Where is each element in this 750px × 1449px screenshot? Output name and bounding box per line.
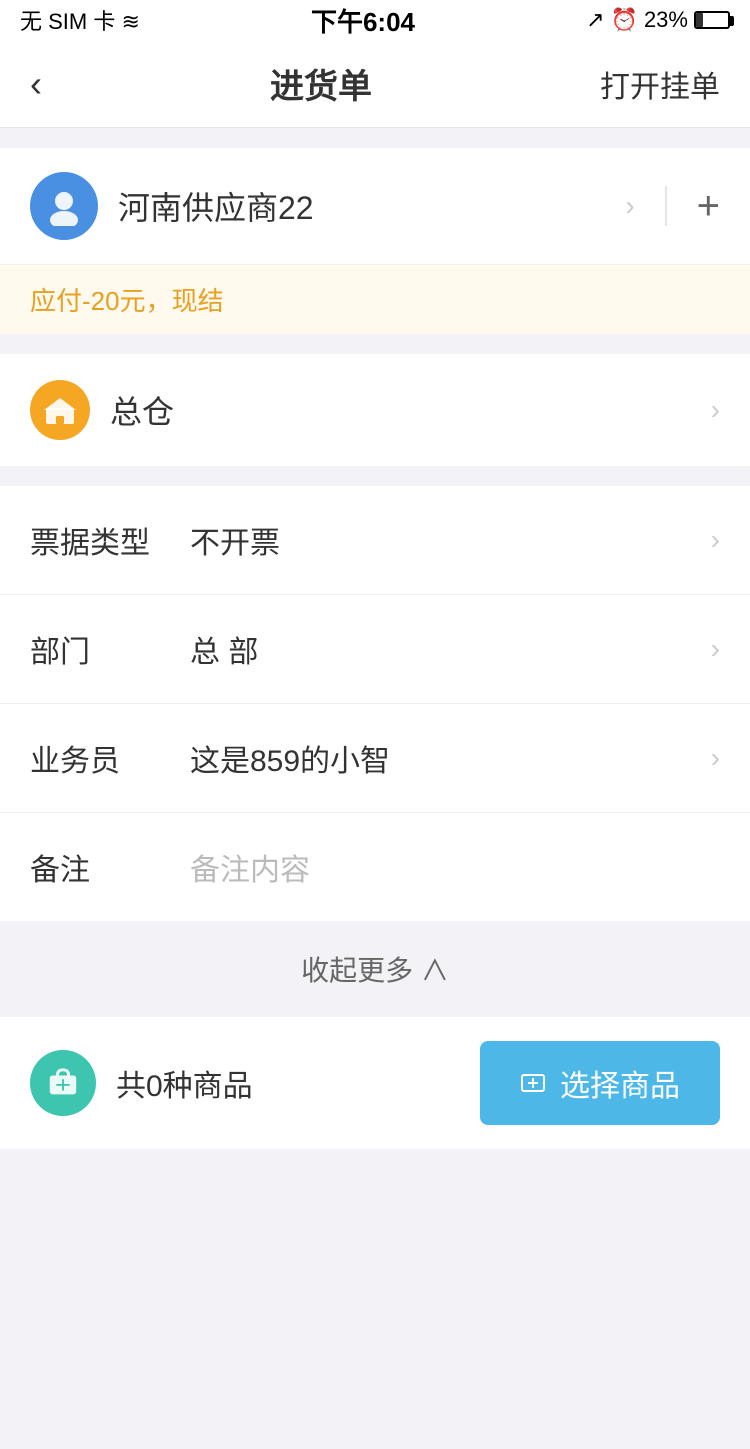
collapse-button[interactable]: 收起更多 ∧ bbox=[0, 921, 750, 1017]
nav-bar: ‹ 进货单 打开挂单 bbox=[0, 40, 750, 128]
add-supplier-icon[interactable]: + bbox=[697, 184, 720, 229]
supplier-row[interactable]: 河南供应商22 › + bbox=[0, 148, 750, 265]
top-gap bbox=[0, 128, 750, 148]
product-count: 共0种商品 bbox=[116, 1061, 460, 1105]
open-pending-button[interactable]: 打开挂单 bbox=[600, 62, 720, 106]
department-row[interactable]: 部门 总 部 › bbox=[0, 594, 750, 703]
battery-text: 23% bbox=[644, 7, 688, 33]
select-product-label: 选择商品 bbox=[560, 1061, 680, 1105]
invoice-label: 票据类型 bbox=[30, 518, 170, 562]
remark-label: 备注 bbox=[30, 845, 170, 889]
status-bar: 无 SIM 卡 ≋ 下午6:04 ↗ ⏰ 23% bbox=[0, 0, 750, 40]
supplier-divider bbox=[665, 186, 667, 226]
back-button[interactable]: ‹ bbox=[30, 63, 42, 105]
select-product-button[interactable]: 选择商品 bbox=[480, 1041, 720, 1125]
warehouse-row[interactable]: 总仓 › bbox=[0, 354, 750, 466]
remark-input[interactable]: 备注内容 bbox=[190, 845, 720, 889]
supplier-chevron-icon: › bbox=[625, 190, 634, 222]
product-icon bbox=[30, 1050, 96, 1116]
supplier-actions: › + bbox=[625, 184, 720, 229]
content-area bbox=[0, 1149, 750, 1449]
notice-banner: 应付-20元，现结 bbox=[0, 265, 750, 334]
battery-icon bbox=[694, 11, 730, 29]
department-label: 部门 bbox=[30, 627, 170, 671]
form-card: 票据类型 不开票 › 部门 总 部 › 业务员 这是859的小智 › 备注 备注… bbox=[0, 486, 750, 921]
warehouse-card: 总仓 › bbox=[0, 354, 750, 466]
warehouse-icon bbox=[30, 380, 90, 440]
department-value: 总 部 bbox=[190, 627, 711, 671]
status-left: 无 SIM 卡 ≋ bbox=[20, 4, 140, 36]
supplier-card: 河南供应商22 › + 应付-20元，现结 bbox=[0, 148, 750, 334]
bottom-section: 共0种商品 选择商品 bbox=[0, 1017, 750, 1149]
warehouse-name: 总仓 bbox=[110, 387, 711, 433]
sim-signal: 无 SIM 卡 ≋ bbox=[20, 4, 140, 36]
gap-2 bbox=[0, 466, 750, 486]
sales-value: 这是859的小智 bbox=[190, 736, 711, 780]
status-right: ↗ ⏰ 23% bbox=[586, 7, 730, 33]
location-icon: ↗ bbox=[586, 7, 604, 33]
sales-chevron-icon: › bbox=[711, 742, 720, 774]
supplier-name: 河南供应商22 bbox=[118, 183, 625, 229]
sales-row[interactable]: 业务员 这是859的小智 › bbox=[0, 703, 750, 812]
status-time: 下午6:04 bbox=[311, 2, 415, 39]
gap-1 bbox=[0, 334, 750, 354]
alarm-icon: ⏰ bbox=[611, 7, 638, 33]
invoice-chevron-icon: › bbox=[711, 524, 720, 556]
invoice-value: 不开票 bbox=[190, 518, 711, 562]
page-title: 进货单 bbox=[270, 59, 372, 108]
warehouse-chevron-icon: › bbox=[711, 394, 720, 426]
supplier-avatar bbox=[30, 172, 98, 240]
remark-row[interactable]: 备注 备注内容 bbox=[0, 812, 750, 921]
department-chevron-icon: › bbox=[711, 633, 720, 665]
invoice-row[interactable]: 票据类型 不开票 › bbox=[0, 486, 750, 594]
sales-label: 业务员 bbox=[30, 736, 170, 780]
